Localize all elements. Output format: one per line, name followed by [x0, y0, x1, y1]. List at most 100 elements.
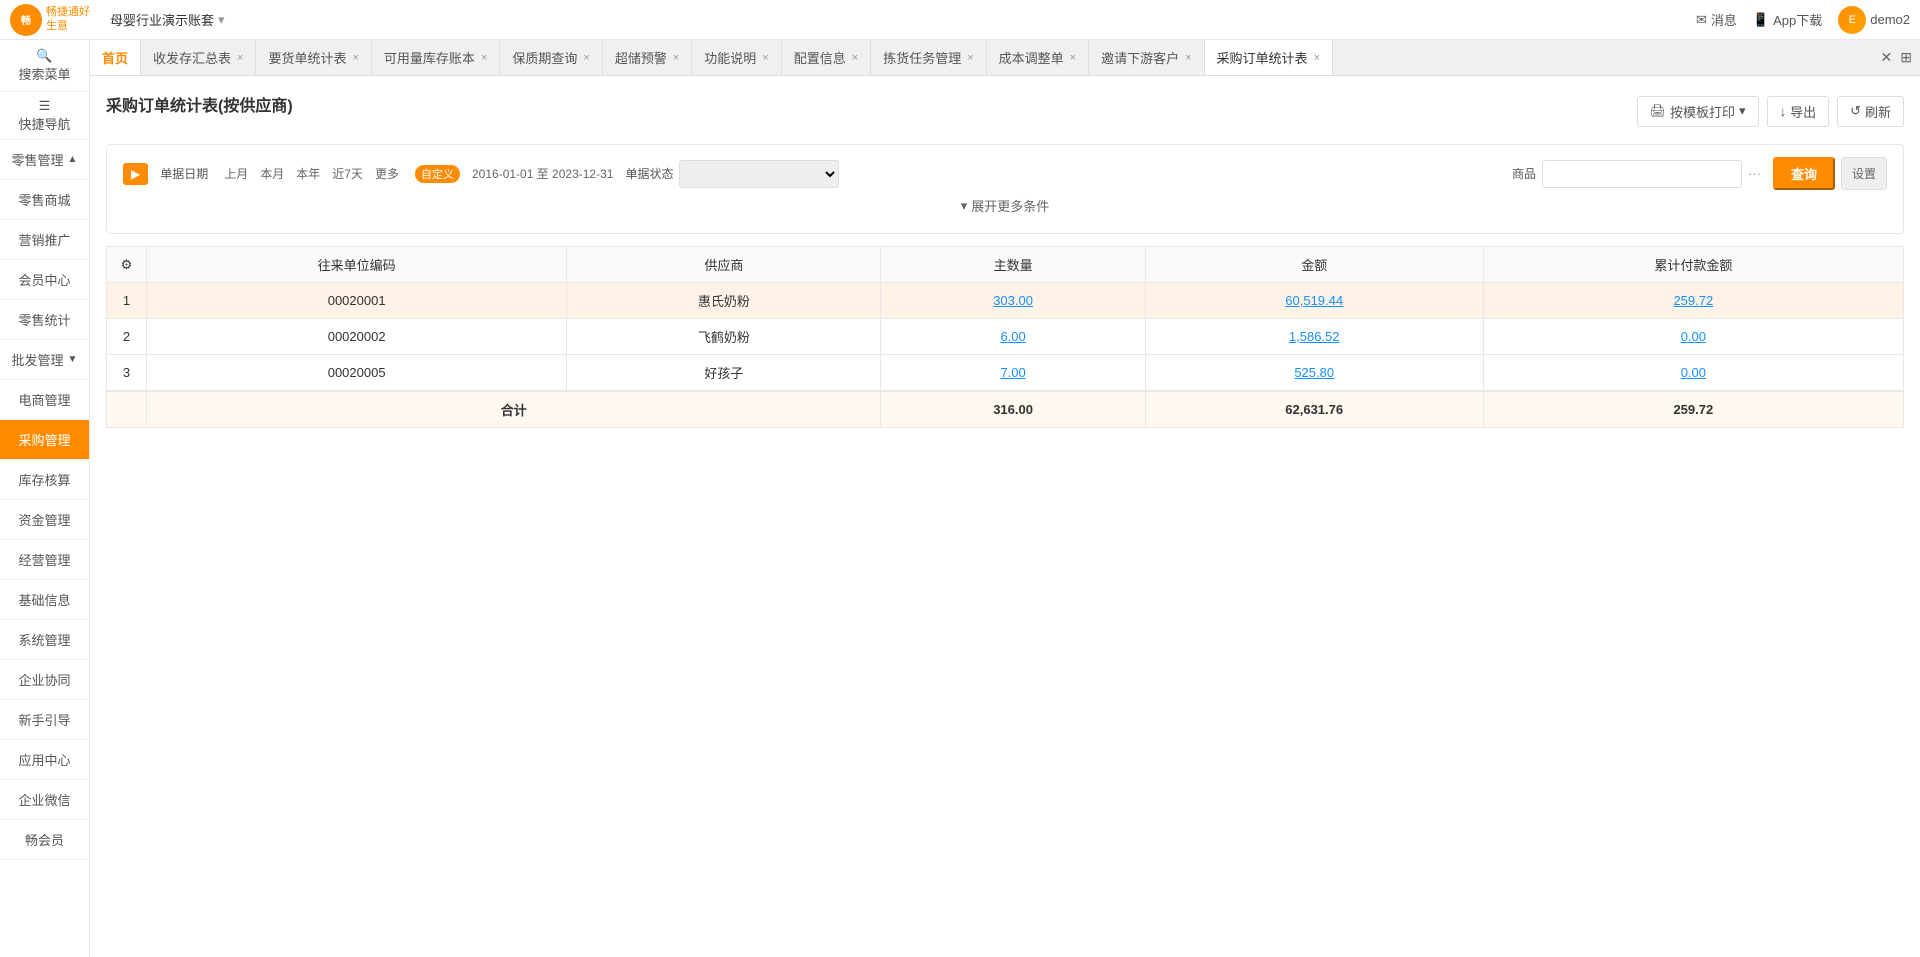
- company-selector[interactable]: 母婴行业演示账套 ▾: [110, 10, 1686, 29]
- refresh-button[interactable]: ↺ 刷新: [1837, 96, 1904, 127]
- tab-receive-send[interactable]: 收发存汇总表 ×: [141, 40, 256, 76]
- message-button[interactable]: ✉ 消息: [1696, 10, 1737, 29]
- footer-amount: 62,631.76: [1145, 391, 1483, 428]
- sidebar-item-marketing[interactable]: 营销推广: [0, 220, 89, 260]
- sidebar-item-vip-member[interactable]: 畅会员: [0, 820, 89, 860]
- print-button[interactable]: 🖨 按模板打印 ▾: [1637, 96, 1759, 127]
- qty-link[interactable]: 303.00: [993, 293, 1033, 308]
- expand-more-label: 展开更多条件: [971, 196, 1049, 215]
- tab-label: 超储预警: [615, 48, 667, 67]
- tab-purchase-order-stat[interactable]: 采购订单统计表 ×: [1205, 40, 1333, 76]
- shortcut-prev-month[interactable]: 上月: [220, 164, 252, 183]
- date-custom-badge[interactable]: 自定义: [415, 165, 460, 183]
- sidebar-item-retail-manage[interactable]: 零售管理 ▲: [0, 140, 89, 180]
- more-options-icon[interactable]: ···: [1748, 166, 1761, 181]
- tab-function-desc[interactable]: 功能说明 ×: [692, 40, 781, 76]
- export-button[interactable]: ↓ 导出: [1767, 96, 1830, 127]
- tab-pick-task[interactable]: 拣货任务管理 ×: [871, 40, 986, 76]
- tab-close-icon[interactable]: ×: [352, 52, 358, 64]
- sidebar-item-enterprise-coop[interactable]: 企业协同: [0, 660, 89, 700]
- status-filter: 单据状态: [625, 160, 839, 188]
- tab-close-icon[interactable]: ×: [1185, 52, 1191, 64]
- tab-close-icon[interactable]: ×: [762, 52, 768, 64]
- tab-close-icon[interactable]: ×: [481, 52, 487, 64]
- nav-icon: ☰: [39, 98, 51, 113]
- filter-toggle-button[interactable]: ▶: [123, 163, 148, 185]
- settings-button[interactable]: 设置: [1841, 157, 1887, 190]
- sidebar-search[interactable]: 🔍 搜索菜单: [0, 40, 89, 92]
- qty-link[interactable]: 6.00: [1000, 329, 1025, 344]
- paid-link[interactable]: 0.00: [1681, 329, 1706, 344]
- tab-warranty-query[interactable]: 保质期查询 ×: [500, 40, 602, 76]
- sidebar-item-inventory-check[interactable]: 库存核算: [0, 460, 89, 500]
- shortcut-more[interactable]: 更多: [371, 164, 403, 183]
- sidebar-search-label: 搜索菜单: [6, 64, 83, 83]
- top-right: ✉ 消息 📱 App下载 E demo2: [1696, 6, 1910, 34]
- sidebar-item-new-guide[interactable]: 新手引导: [0, 700, 89, 740]
- tab-expand-button[interactable]: ⊞: [1900, 49, 1912, 66]
- sidebar-item-enterprise-wechat[interactable]: 企业微信: [0, 780, 89, 820]
- tab-close-icon[interactable]: ×: [1070, 52, 1076, 64]
- user-profile[interactable]: E demo2: [1838, 6, 1910, 34]
- shortcut-this-year[interactable]: 本年: [292, 164, 324, 183]
- tab-close-icon[interactable]: ×: [852, 52, 858, 64]
- tab-invite-downstream[interactable]: 邀请下游客户 ×: [1089, 40, 1204, 76]
- amount-link[interactable]: 60,519.44: [1285, 293, 1343, 308]
- amount-link[interactable]: 525.80: [1294, 365, 1334, 380]
- tab-close-icon[interactable]: ×: [673, 52, 679, 64]
- sidebar-label: 会员中心: [18, 270, 70, 289]
- app-download-button[interactable]: 📱 App下载: [1753, 10, 1822, 29]
- tab-home[interactable]: 首页: [90, 40, 141, 76]
- col-header-supplier: 供应商: [567, 247, 881, 283]
- col-header-amount: 金额: [1145, 247, 1483, 283]
- sidebar-item-app-center[interactable]: 应用中心: [0, 740, 89, 780]
- goods-input[interactable]: [1542, 160, 1742, 188]
- filter-row: ▶ 单据日期 上月 本月 本年 近7天 更多 自定义 2016-01-01 至 …: [123, 157, 1887, 190]
- tab-goods-stat[interactable]: 要货单统计表 ×: [256, 40, 371, 76]
- qty-link[interactable]: 7.00: [1000, 365, 1025, 380]
- paid-link[interactable]: 0.00: [1681, 365, 1706, 380]
- sidebar-item-retail-shop[interactable]: 零售商城: [0, 180, 89, 220]
- user-name: demo2: [1870, 12, 1910, 27]
- tab-close-icon[interactable]: ×: [967, 52, 973, 64]
- status-select[interactable]: [679, 160, 839, 188]
- tab-label: 收发存汇总表: [153, 48, 231, 67]
- filter-area: ▶ 单据日期 上月 本月 本年 近7天 更多 自定义 2016-01-01 至 …: [106, 144, 1904, 234]
- paid-link[interactable]: 259.72: [1673, 293, 1713, 308]
- tab-cost-adjust[interactable]: 成本调整单 ×: [987, 40, 1089, 76]
- sidebar-quick-nav[interactable]: ☰ 快捷导航: [0, 92, 89, 140]
- tab-config-info[interactable]: 配置信息 ×: [782, 40, 871, 76]
- message-icon: ✉: [1696, 12, 1707, 28]
- tab-overstock-warning[interactable]: 超储预警 ×: [603, 40, 692, 76]
- search-button[interactable]: 查询: [1773, 157, 1835, 190]
- tab-close-icon[interactable]: ×: [1314, 52, 1320, 64]
- tab-close-all-button[interactable]: ✕: [1881, 49, 1893, 66]
- sidebar-item-sys-manage[interactable]: 系统管理: [0, 620, 89, 660]
- sidebar-item-retail-stat[interactable]: 零售统计: [0, 300, 89, 340]
- sidebar-item-finance-manage[interactable]: 资金管理: [0, 500, 89, 540]
- table-settings-col[interactable]: ⚙: [107, 247, 147, 283]
- sidebar-item-basic-info[interactable]: 基础信息: [0, 580, 89, 620]
- sidebar-item-wholesale-manage[interactable]: 批发管理 ▼: [0, 340, 89, 380]
- tab-close-icon[interactable]: ×: [583, 52, 589, 64]
- expand-more-button[interactable]: ▾ 展开更多条件: [123, 190, 1887, 221]
- tab-label: 可用量库存账本: [384, 48, 475, 67]
- row-amount: 1,586.52: [1145, 319, 1483, 355]
- tab-close-icon[interactable]: ×: [237, 52, 243, 64]
- chevron-down-icon: ▾: [218, 12, 225, 28]
- status-label: 单据状态: [625, 165, 673, 182]
- amount-link[interactable]: 1,586.52: [1289, 329, 1340, 344]
- shortcut-7days[interactable]: 近7天: [328, 164, 367, 183]
- sidebar-item-purchase-manage[interactable]: 采购管理: [0, 420, 89, 460]
- arrow-down-icon: ▲: [68, 154, 78, 165]
- sidebar-item-member-center[interactable]: 会员中心: [0, 260, 89, 300]
- row-code: 00020001: [147, 283, 567, 319]
- sidebar-label: 零售商城: [18, 190, 70, 209]
- company-name: 母婴行业演示账套: [110, 10, 214, 29]
- shortcut-this-month[interactable]: 本月: [256, 164, 288, 183]
- data-table: ⚙ 往来单位编码 供应商 主数量 金额 累计付款金额 1 00020001 惠氏…: [106, 246, 1904, 428]
- sidebar-item-ecom-manage[interactable]: 电商管理: [0, 380, 89, 420]
- sidebar-item-ops-manage[interactable]: 经营管理: [0, 540, 89, 580]
- tab-inventory-book[interactable]: 可用量库存账本 ×: [372, 40, 500, 76]
- date-range: 2016-01-01 至 2023-12-31: [472, 165, 613, 182]
